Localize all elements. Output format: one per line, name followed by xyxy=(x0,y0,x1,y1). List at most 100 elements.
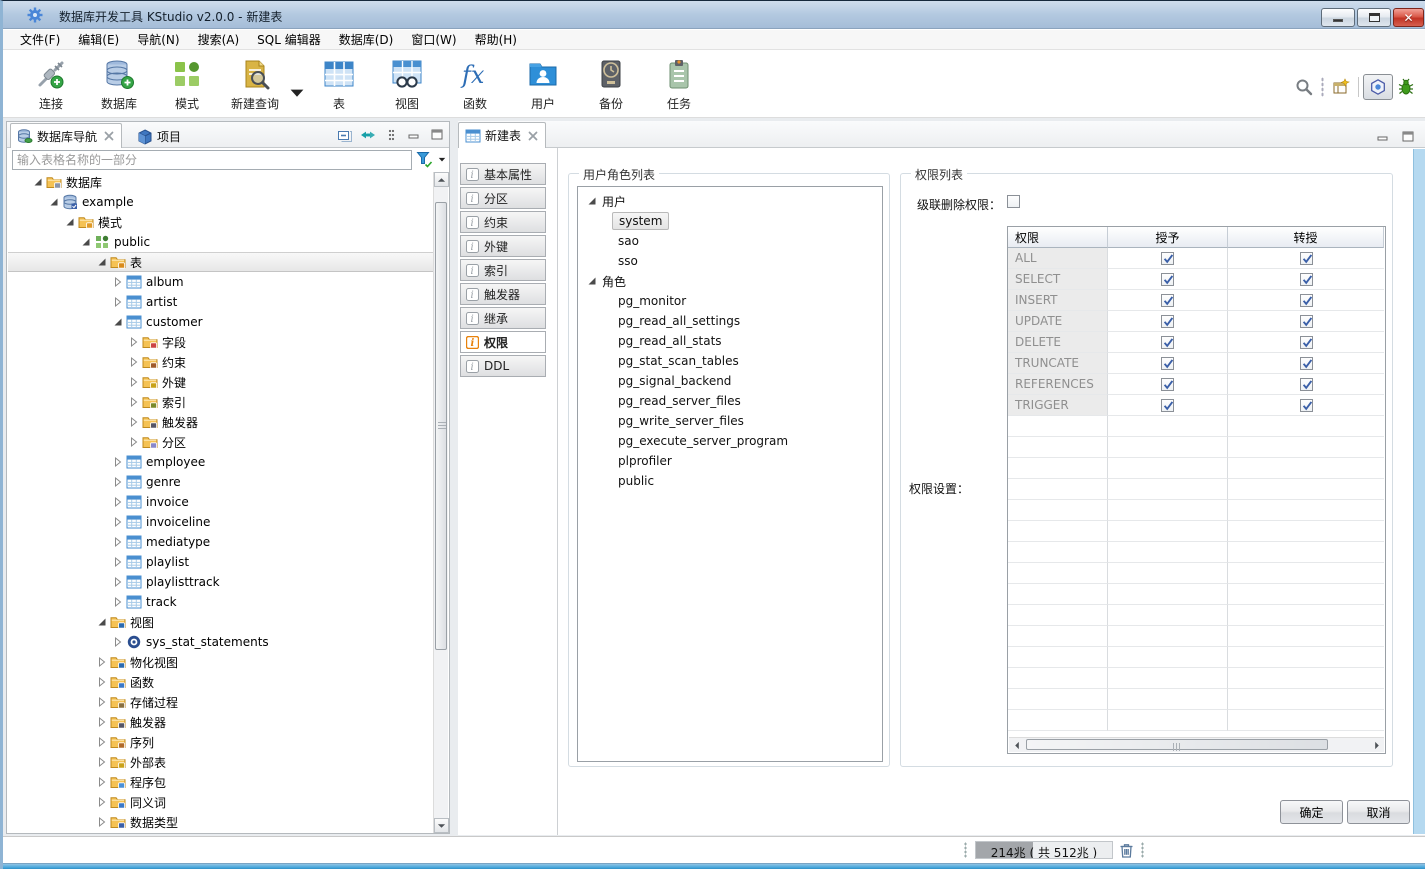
expander-closed-icon[interactable] xyxy=(112,516,124,528)
tree-item-23[interactable]: sys_stat_statements xyxy=(8,632,433,652)
menu-item-3[interactable]: 搜索(A) xyxy=(189,29,249,50)
garbage-collect-button[interactable] xyxy=(1118,842,1135,859)
checkbox-checked[interactable] xyxy=(1161,335,1174,349)
checkbox-checked[interactable] xyxy=(1161,314,1174,328)
scroll-thumb[interactable] xyxy=(435,202,447,650)
link-editor-icon[interactable] xyxy=(360,127,376,143)
checkbox-checked[interactable] xyxy=(1161,251,1174,265)
menu-item-1[interactable]: 编辑(E) xyxy=(69,29,128,50)
tree-item-19[interactable]: playlist xyxy=(8,552,433,572)
tree-item-16[interactable]: invoice xyxy=(8,492,433,512)
tree-item-22[interactable]: 视图 xyxy=(8,612,433,632)
checkbox-checked[interactable] xyxy=(1299,293,1313,307)
expander-open-icon[interactable] xyxy=(48,196,60,208)
expander-closed-icon[interactable] xyxy=(112,276,124,288)
tree-item-3[interactable]: public xyxy=(8,232,433,252)
expander-open-icon[interactable] xyxy=(64,216,76,228)
tree-item-1[interactable]: example xyxy=(8,192,433,212)
tree-item-18[interactable]: mediatype xyxy=(8,532,433,552)
expander-closed-icon[interactable] xyxy=(112,636,124,648)
expander-closed-icon[interactable] xyxy=(112,596,124,608)
tree-item-7[interactable]: customer xyxy=(8,312,433,332)
filter-caret-down-icon[interactable] xyxy=(438,157,446,162)
tree-item-28[interactable]: 序列 xyxy=(8,732,433,752)
category-tab-1[interactable]: i 分区 xyxy=(460,187,546,209)
scroll-up-button[interactable] xyxy=(434,172,449,187)
maximize-view-icon[interactable] xyxy=(429,127,445,143)
maximize-editor-icon[interactable] xyxy=(1400,129,1416,145)
toolbar-new-query-button[interactable]: 新建查询 xyxy=(221,54,289,114)
checkbox-checked[interactable] xyxy=(1161,272,1174,286)
column-header-0[interactable]: 权限 xyxy=(1008,227,1108,248)
window-maximize-button[interactable] xyxy=(1357,8,1391,27)
toolbar-backup-button[interactable]: 备份 xyxy=(577,54,645,114)
expander-open-icon[interactable] xyxy=(96,616,108,628)
category-tab-6[interactable]: i 继承 xyxy=(460,307,546,329)
tree-item-33[interactable] xyxy=(8,832,433,833)
tree-item-9[interactable]: 约束 xyxy=(8,352,433,372)
expander-closed-icon[interactable] xyxy=(112,456,124,468)
expander-closed-icon[interactable] xyxy=(128,416,140,428)
scroll-down-button[interactable] xyxy=(434,818,449,833)
expander-closed-icon[interactable] xyxy=(112,496,124,508)
tab-project[interactable]: 项目 xyxy=(131,124,187,149)
filter-funnel-icon[interactable] xyxy=(416,151,433,168)
scroll-left-button[interactable] xyxy=(1009,738,1024,752)
checkbox-checked[interactable] xyxy=(1161,293,1174,307)
column-header-1[interactable]: 授予 xyxy=(1108,227,1228,248)
checkbox-checked[interactable] xyxy=(1299,356,1313,370)
expander-closed-icon[interactable] xyxy=(112,576,124,588)
menu-item-2[interactable]: 导航(N) xyxy=(128,29,188,50)
role-item-5[interactable]: pg_monitor xyxy=(578,291,882,311)
expander-closed-icon[interactable] xyxy=(128,436,140,448)
toolbar-function-button[interactable]: fx 函数 xyxy=(441,54,509,114)
tree-item-4[interactable]: 表 xyxy=(8,252,433,272)
view-menu-icon[interactable] xyxy=(383,127,399,143)
expander-open-icon[interactable] xyxy=(112,316,124,328)
tab-close-icon[interactable] xyxy=(527,130,539,142)
tree-item-26[interactable]: 存储过程 xyxy=(8,692,433,712)
column-header-2[interactable]: 转授 xyxy=(1228,227,1384,248)
category-tab-8[interactable]: i DDL xyxy=(460,355,546,377)
statusbar-drag-handle[interactable] xyxy=(964,842,967,858)
tab-close-icon[interactable] xyxy=(103,130,115,142)
checkbox-checked[interactable] xyxy=(1299,251,1313,265)
category-tab-3[interactable]: i 外键 xyxy=(460,235,546,257)
tree-item-24[interactable]: 物化视图 xyxy=(8,652,433,672)
tree-scrollbar[interactable] xyxy=(433,172,449,833)
tree-item-6[interactable]: artist xyxy=(8,292,433,312)
new-perspective-icon[interactable] xyxy=(1332,78,1350,96)
expander-closed-icon[interactable] xyxy=(96,816,108,828)
toolbar-table-button[interactable]: 表 xyxy=(305,54,373,114)
toolbar-view-button[interactable]: 视图 xyxy=(373,54,441,114)
table-filter-input[interactable] xyxy=(12,150,412,170)
role-item-14[interactable]: public xyxy=(578,471,882,491)
expander-closed-icon[interactable] xyxy=(112,536,124,548)
checkbox-checked[interactable] xyxy=(1161,377,1174,391)
category-tab-4[interactable]: i 索引 xyxy=(460,259,546,281)
minimize-view-icon[interactable] xyxy=(406,127,422,143)
expander-closed-icon[interactable] xyxy=(96,756,108,768)
h-scroll-thumb[interactable] xyxy=(1026,739,1328,751)
ok-button[interactable]: 确定 xyxy=(1280,800,1343,824)
category-tab-0[interactable]: i 基本属性 xyxy=(460,163,546,185)
expander-closed-icon[interactable] xyxy=(96,656,108,668)
menu-item-0[interactable]: 文件(F) xyxy=(11,29,69,50)
category-tab-7[interactable]: i 权限 xyxy=(460,331,546,353)
perspective-drag-handle[interactable] xyxy=(1321,77,1324,97)
expander-open-icon[interactable] xyxy=(32,176,44,188)
tree-item-8[interactable]: 字段 xyxy=(8,332,433,352)
toolbar-schema-button[interactable]: 模式 xyxy=(153,54,221,114)
expander-closed-icon[interactable] xyxy=(112,296,124,308)
minimize-editor-icon[interactable] xyxy=(1375,129,1391,145)
tree-item-14[interactable]: employee xyxy=(8,452,433,472)
toolbar-connect-button[interactable]: 连接 xyxy=(17,54,85,114)
tree-item-2[interactable]: 模式 xyxy=(8,212,433,232)
tree-item-5[interactable]: album xyxy=(8,272,433,292)
tree-item-20[interactable]: playlisttrack xyxy=(8,572,433,592)
toolbar-user-button[interactable]: 用户 xyxy=(509,54,577,114)
expander-closed-icon[interactable] xyxy=(96,676,108,688)
role-item-8[interactable]: pg_stat_scan_tables xyxy=(578,351,882,371)
menu-item-4[interactable]: SQL 编辑器 xyxy=(248,29,330,50)
expander-closed-icon[interactable] xyxy=(128,336,140,348)
